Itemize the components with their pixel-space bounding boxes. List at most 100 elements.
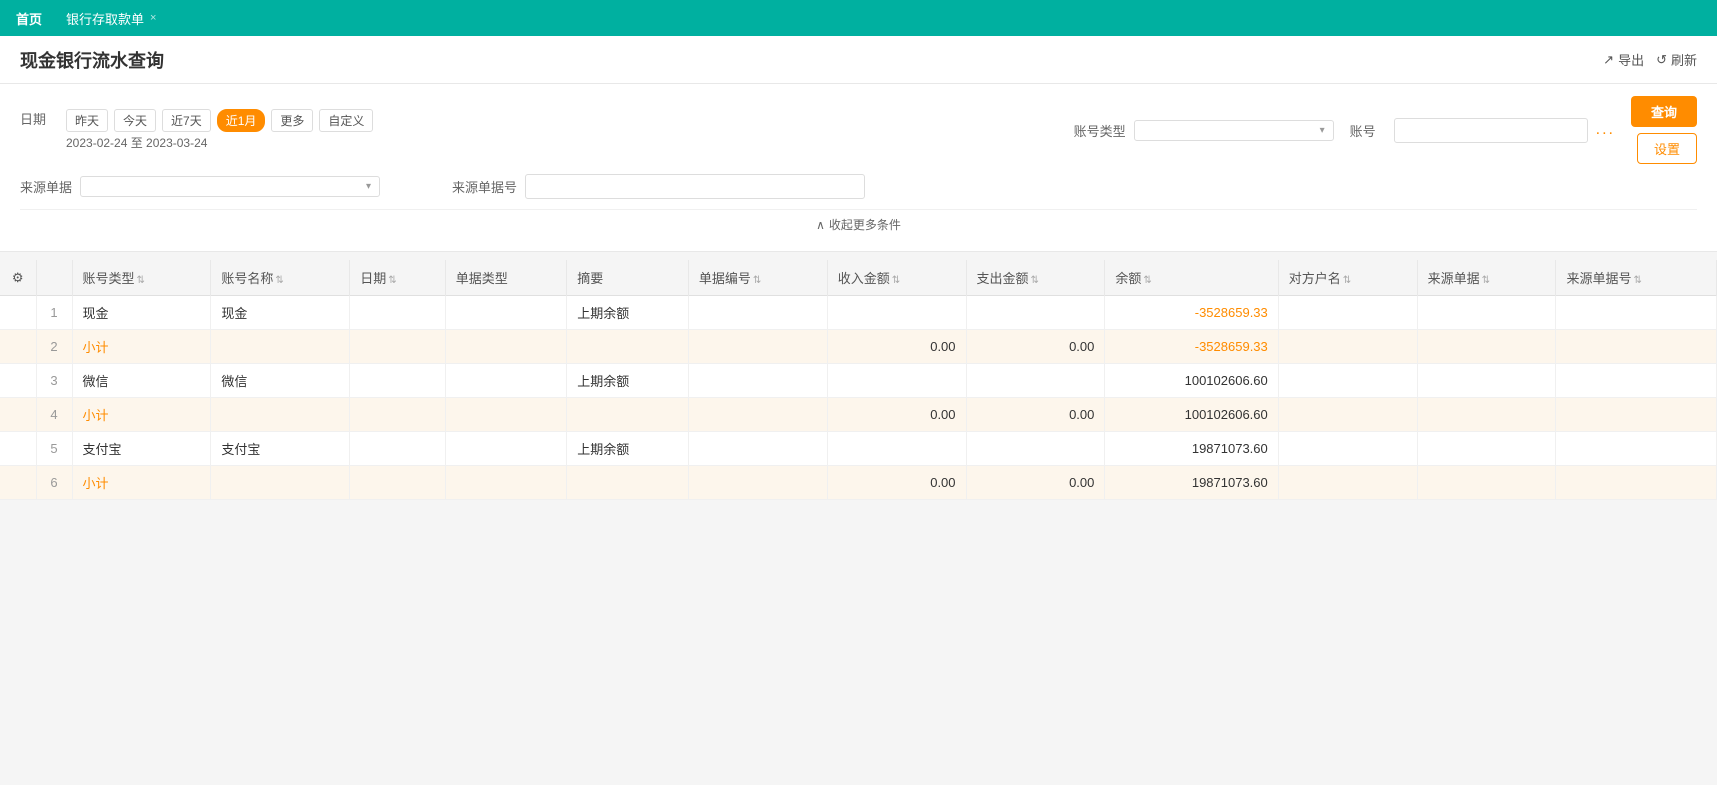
- export-button[interactable]: ↗ 导出: [1603, 50, 1644, 69]
- col-label-doc_type: 单据类型: [456, 271, 508, 286]
- cell-balance: -3528659.33: [1105, 296, 1278, 330]
- settings-button[interactable]: 设置: [1637, 133, 1697, 164]
- column-source_doc[interactable]: 来源单据⇅: [1417, 260, 1556, 296]
- account-input[interactable]: [1394, 118, 1588, 143]
- row-number: 5: [36, 432, 72, 466]
- date-btn-自定义[interactable]: 自定义: [319, 109, 373, 132]
- cell-doc-no: [688, 466, 827, 500]
- page-title: 现金银行流水查询: [20, 47, 164, 73]
- column-balance[interactable]: 余额⇅: [1105, 260, 1278, 296]
- col-label-doc_no: 单据编号: [699, 271, 751, 286]
- cell-account-name: 现金: [211, 296, 350, 330]
- cell-income: 0.00: [827, 398, 966, 432]
- date-range: 2023-02-24 至 2023-03-24: [66, 134, 373, 151]
- table-container: ⚙账号类型⇅账号名称⇅日期⇅单据类型摘要单据编号⇅收入金额⇅支出金额⇅余额⇅对方…: [0, 260, 1717, 500]
- cell-doc-type: [445, 398, 567, 432]
- cell-account-type: 现金: [72, 296, 211, 330]
- cell-summary: [567, 398, 689, 432]
- cell-doc-no: [688, 398, 827, 432]
- nav-tab-银行存取款单[interactable]: 银行存取款单×: [54, 0, 194, 36]
- row-number: 2: [36, 330, 72, 364]
- source-doc-num-label: 来源单据号: [452, 177, 517, 196]
- close-icon[interactable]: ×: [150, 12, 156, 24]
- cell-doc-no: [688, 364, 827, 398]
- table-body: 1现金现金上期余额-3528659.332小计0.000.00-3528659.…: [0, 296, 1717, 500]
- row-gear: [0, 296, 36, 330]
- date-btn-近7天[interactable]: 近7天: [162, 109, 211, 132]
- column-source_doc_no[interactable]: 来源单据号⇅: [1556, 260, 1717, 296]
- column-doc_no[interactable]: 单据编号⇅: [688, 260, 827, 296]
- cell-income: 0.00: [827, 330, 966, 364]
- cell-doc-no: [688, 330, 827, 364]
- cell-counterparty: [1278, 296, 1417, 330]
- date-btn-近1月[interactable]: 近1月: [217, 109, 266, 132]
- column-counterparty[interactable]: 对方户名⇅: [1278, 260, 1417, 296]
- cell-date: [350, 432, 446, 466]
- column-summary: 摘要: [567, 260, 689, 296]
- account-type-select[interactable]: ▾: [1134, 120, 1334, 141]
- cell-doc-type: [445, 364, 567, 398]
- account-dots[interactable]: ...: [1596, 121, 1615, 139]
- source-doc-select[interactable]: ▾: [80, 176, 380, 197]
- cell-summary: 上期余额: [567, 296, 689, 330]
- column-account_name[interactable]: 账号名称⇅: [211, 260, 350, 296]
- data-table: ⚙账号类型⇅账号名称⇅日期⇅单据类型摘要单据编号⇅收入金额⇅支出金额⇅余额⇅对方…: [0, 260, 1717, 500]
- cell-balance: 100102606.60: [1105, 398, 1278, 432]
- cell-account-name: [211, 330, 350, 364]
- cell-source-doc: [1417, 466, 1556, 500]
- cell-counterparty: [1278, 398, 1417, 432]
- column-date[interactable]: 日期⇅: [350, 260, 446, 296]
- table-row: 2小计0.000.00-3528659.33: [0, 330, 1717, 364]
- column-expense[interactable]: 支出金额⇅: [966, 260, 1105, 296]
- date-btn-更多[interactable]: 更多: [271, 109, 313, 132]
- cell-summary: 上期余额: [567, 432, 689, 466]
- cell-summary: [567, 330, 689, 364]
- cell-source-doc: [1417, 296, 1556, 330]
- col-label-account_type: 账号类型: [83, 271, 135, 286]
- cell-account-name: 支付宝: [211, 432, 350, 466]
- col-label-source_doc_no: 来源单据号: [1566, 271, 1631, 286]
- table-row: 3微信微信上期余额100102606.60: [0, 364, 1717, 398]
- cell-income: [827, 364, 966, 398]
- cell-source-doc-no: [1556, 398, 1717, 432]
- collapse-icon: ∧: [816, 218, 825, 232]
- cell-date: [350, 296, 446, 330]
- cell-expense: [966, 432, 1105, 466]
- sort-icon: ⇅: [1143, 275, 1151, 286]
- nav-home[interactable]: 首页: [4, 0, 54, 36]
- collapse-button[interactable]: ∧ 收起更多条件: [20, 209, 1697, 239]
- sort-icon: ⇅: [388, 275, 396, 286]
- cell-doc-no: [688, 432, 827, 466]
- row-number: 6: [36, 466, 72, 500]
- column-account_type[interactable]: 账号类型⇅: [72, 260, 211, 296]
- cell-account-name: [211, 398, 350, 432]
- cell-expense: 0.00: [966, 398, 1105, 432]
- cell-balance: 19871073.60: [1105, 432, 1278, 466]
- column-gear[interactable]: ⚙: [0, 260, 36, 296]
- sort-icon: ⇅: [1031, 275, 1039, 286]
- cell-counterparty: [1278, 466, 1417, 500]
- nav-tabs: 收款单×付款单×其他收入单×应收应付调整单×银行存取款单×预收冲应收单×收款核销…: [54, 0, 194, 36]
- cell-source-doc: [1417, 432, 1556, 466]
- column-income[interactable]: 收入金额⇅: [827, 260, 966, 296]
- export-icon: ↗: [1603, 52, 1614, 68]
- collapse-label: 收起更多条件: [829, 216, 901, 233]
- cell-income: [827, 432, 966, 466]
- source-doc-num-input[interactable]: [525, 174, 865, 199]
- cell-expense: 0.00: [966, 330, 1105, 364]
- cell-date: [350, 364, 446, 398]
- date-btn-今天[interactable]: 今天: [114, 109, 156, 132]
- table-row: 6小计0.000.0019871073.60: [0, 466, 1717, 500]
- date-btn-昨天[interactable]: 昨天: [66, 109, 108, 132]
- cell-counterparty: [1278, 432, 1417, 466]
- sort-icon: ⇅: [1633, 275, 1641, 286]
- refresh-button[interactable]: ↺ 刷新: [1656, 50, 1697, 69]
- row-gear: [0, 466, 36, 500]
- query-button[interactable]: 查询: [1631, 96, 1697, 127]
- cell-date: [350, 330, 446, 364]
- account-type-filter: 账号类型 ▾: [1074, 120, 1334, 141]
- filter-row-2: 来源单据 ▾ 来源单据号: [20, 174, 1697, 199]
- sort-icon: ⇅: [1343, 275, 1351, 286]
- account-type-arrow-icon: ▾: [1320, 125, 1325, 136]
- date-options-group: 昨天今天近7天近1月更多自定义 2023-02-24 至 2023-03-24: [66, 109, 373, 151]
